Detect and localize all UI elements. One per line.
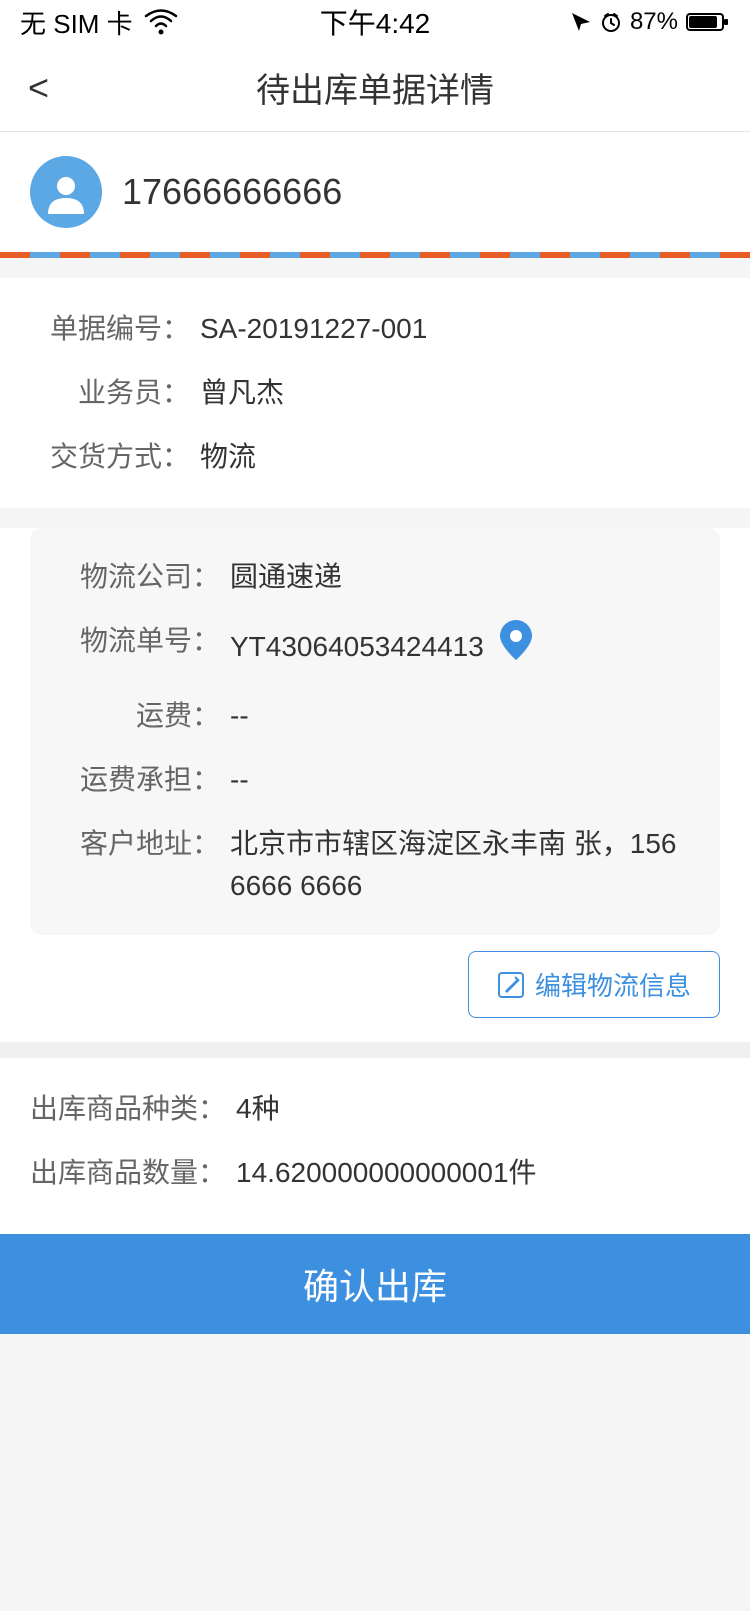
address-value: 北京市市辖区海淀区永丰南 张，156 6666 6666 <box>220 823 690 907</box>
product-quantity-label: 出库商品数量： <box>30 1152 226 1194</box>
page-title: 待出库单据详情 <box>256 63 494 112</box>
freight-bearer-value: -- <box>220 759 690 801</box>
order-number-row: 单据编号： SA-20191227-001 <box>30 308 720 350</box>
order-number-value: SA-20191227-001 <box>190 308 720 350</box>
alarm-icon <box>600 11 622 33</box>
battery-icon <box>686 11 730 33</box>
status-bar: 无 SIM 卡 下午4:42 87% <box>0 0 750 44</box>
agent-value: 曾凡杰 <box>190 372 720 414</box>
status-time: 下午4:42 <box>320 2 431 42</box>
avatar <box>30 156 102 228</box>
product-type-row: 出库商品种类： 4种 <box>30 1088 720 1130</box>
product-quantity-value: 14.620000000000001件 <box>226 1152 720 1194</box>
logistics-inner-card: 物流公司： 圆通速递 物流单号： YT43064053424413 运费： <box>30 528 720 935</box>
bottom-spacer <box>0 1331 750 1511</box>
freight-row: 运费： -- <box>60 695 690 737</box>
delivery-value: 物流 <box>190 436 720 478</box>
dashed-divider <box>0 252 750 258</box>
location-arrow-icon <box>570 11 592 33</box>
edit-icon <box>497 971 525 999</box>
delivery-row: 交货方式： 物流 <box>30 436 720 478</box>
order-number-label: 单据编号： <box>30 308 190 350</box>
edit-logistics-area: 编辑物流信息 <box>0 935 750 1042</box>
order-info-section: 单据编号： SA-20191227-001 业务员： 曾凡杰 交货方式： 物流 <box>0 278 750 508</box>
product-quantity-row: 出库商品数量： 14.620000000000001件 <box>30 1152 720 1194</box>
agent-row: 业务员： 曾凡杰 <box>30 372 720 414</box>
section-divider <box>0 1042 750 1058</box>
nav-bar: < 待出库单据详情 <box>0 44 750 132</box>
edit-logistics-button[interactable]: 编辑物流信息 <box>468 951 720 1018</box>
address-label: 客户地址： <box>60 823 220 865</box>
person-icon <box>44 170 88 214</box>
logistics-tracking-value: YT43064053424413 <box>220 620 690 673</box>
tracking-location-icon[interactable] <box>500 620 532 673</box>
freight-value: -- <box>220 695 690 737</box>
customer-phone: 17666666666 <box>122 171 342 213</box>
freight-bearer-row: 运费承担： -- <box>60 759 690 801</box>
logistics-tracking-label: 物流单号： <box>60 620 220 662</box>
agent-label: 业务员： <box>30 372 190 414</box>
edit-logistics-label: 编辑物流信息 <box>535 966 691 1003</box>
logistics-tracking-row: 物流单号： YT43064053424413 <box>60 620 690 673</box>
logistics-company-label: 物流公司： <box>60 556 220 598</box>
back-button[interactable]: < <box>28 67 49 109</box>
logistics-company-value: 圆通速递 <box>220 556 690 598</box>
logistics-section: 物流公司： 圆通速递 物流单号： YT43064053424413 运费： <box>0 528 750 1042</box>
product-type-value: 4种 <box>226 1088 720 1130</box>
logistics-company-row: 物流公司： 圆通速递 <box>60 556 690 598</box>
product-section: 出库商品种类： 4种 出库商品数量： 14.620000000000001件 <box>0 1058 750 1224</box>
customer-header: 17666666666 <box>0 132 750 252</box>
confirm-button-label: 确认出库 <box>303 1258 447 1310</box>
status-right: 87% <box>570 8 730 36</box>
confirm-bar[interactable]: 确认出库 <box>0 1234 750 1334</box>
product-type-label: 出库商品种类： <box>30 1088 226 1130</box>
address-row: 客户地址： 北京市市辖区海淀区永丰南 张，156 6666 6666 <box>60 823 690 907</box>
freight-bearer-label: 运费承担： <box>60 759 220 801</box>
freight-label: 运费： <box>60 695 220 737</box>
status-carrier: 无 SIM 卡 <box>20 4 179 41</box>
delivery-label: 交货方式： <box>30 436 190 478</box>
wifi-icon <box>143 9 179 35</box>
